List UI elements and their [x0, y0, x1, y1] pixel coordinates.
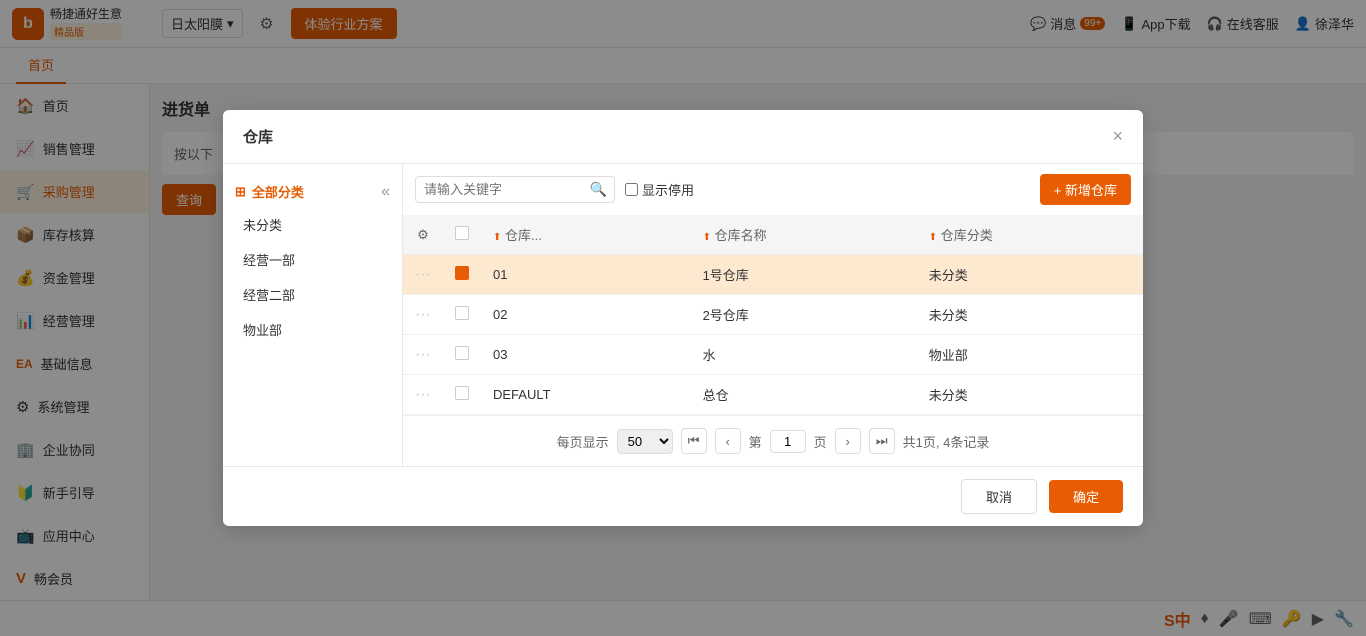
- row-category: 未分类: [917, 295, 1143, 335]
- last-page-button[interactable]: ⏭: [869, 428, 895, 454]
- more-icon[interactable]: ···: [415, 266, 431, 283]
- more-icon[interactable]: ···: [415, 386, 431, 403]
- row-check[interactable]: [443, 335, 481, 375]
- row-name: 总仓: [691, 375, 917, 415]
- table-toolbar: 🔍 显示停用 + 新增仓库: [403, 164, 1143, 215]
- row-category: 未分类: [917, 255, 1143, 295]
- pagination: 每页显示 50 100 ⏮ ‹ 第 页 › ⏭ 共1页, 4条记录: [403, 415, 1143, 466]
- more-icon[interactable]: ···: [415, 346, 431, 363]
- row-code: 03: [481, 335, 691, 375]
- warehouse-table: ⚙ ⬆ 仓库... ⬆: [403, 215, 1143, 415]
- all-categories[interactable]: ⊞ 全部分类: [235, 182, 304, 201]
- row-check[interactable]: [443, 255, 481, 295]
- row-more[interactable]: ···: [403, 335, 443, 375]
- dialog-footer: 取消 确定: [223, 466, 1143, 526]
- sort-icon-cat: ⬆: [929, 232, 937, 243]
- col-header-check: [443, 215, 481, 255]
- grid-icon: ⊞: [235, 184, 246, 200]
- row-name: 2号仓库: [691, 295, 917, 335]
- row-more[interactable]: ···: [403, 255, 443, 295]
- sort-icon-name: ⬆: [703, 232, 711, 243]
- row-checkbox[interactable]: [455, 266, 469, 280]
- new-warehouse-button[interactable]: + 新增仓库: [1040, 174, 1131, 205]
- collapse-panel-button[interactable]: «: [381, 183, 390, 201]
- col-header-code: ⬆ 仓库...: [481, 215, 691, 255]
- per-page-select[interactable]: 50 100: [617, 429, 673, 454]
- row-checkbox[interactable]: [455, 306, 469, 320]
- row-more[interactable]: ···: [403, 375, 443, 415]
- more-icon[interactable]: ···: [415, 306, 431, 323]
- row-checkbox[interactable]: [455, 346, 469, 360]
- table-row[interactable]: ··· 01 1号仓库 未分类: [403, 255, 1143, 295]
- page-number-input[interactable]: [770, 430, 806, 453]
- row-name: 水: [691, 335, 917, 375]
- table-panel: 🔍 显示停用 + 新增仓库 ⚙: [403, 164, 1143, 466]
- table-row[interactable]: ··· 02 2号仓库 未分类: [403, 295, 1143, 335]
- row-category: 未分类: [917, 375, 1143, 415]
- sort-icon-code: ⬆: [493, 232, 501, 243]
- table-row[interactable]: ··· DEFAULT 总仓 未分类: [403, 375, 1143, 415]
- row-more[interactable]: ···: [403, 295, 443, 335]
- row-check[interactable]: [443, 375, 481, 415]
- search-wrap: 🔍: [415, 176, 615, 203]
- dialog-header: 仓库 ×: [223, 110, 1143, 164]
- show-disabled-checkbox[interactable]: [625, 183, 638, 196]
- gear-icon[interactable]: ⚙: [417, 227, 429, 242]
- category-panel: ⊞ 全部分类 « 未分类 经营一部 经营二部 物业部: [223, 164, 403, 466]
- select-all-checkbox[interactable]: [455, 226, 469, 240]
- row-code: DEFAULT: [481, 375, 691, 415]
- row-category: 物业部: [917, 335, 1143, 375]
- row-check[interactable]: [443, 295, 481, 335]
- category-item-unclassified[interactable]: 未分类: [223, 207, 402, 242]
- row-code: 02: [481, 295, 691, 335]
- category-item-ops1[interactable]: 经营一部: [223, 242, 402, 277]
- category-item-property[interactable]: 物业部: [223, 312, 402, 347]
- dialog-title: 仓库: [243, 126, 273, 147]
- next-page-button[interactable]: ›: [835, 428, 861, 454]
- search-icon[interactable]: 🔍: [590, 181, 607, 198]
- prev-page-button[interactable]: ‹: [715, 428, 741, 454]
- row-name: 1号仓库: [691, 255, 917, 295]
- row-code: 01: [481, 255, 691, 295]
- first-page-button[interactable]: ⏮: [681, 428, 707, 454]
- col-header-name: ⬆ 仓库名称: [691, 215, 917, 255]
- modal-overlay: 仓库 × ⊞ 全部分类 « 未分类 经营一部: [0, 0, 1366, 636]
- show-disabled-label[interactable]: 显示停用: [625, 180, 694, 199]
- category-item-ops2[interactable]: 经营二部: [223, 277, 402, 312]
- category-header: ⊞ 全部分类 «: [223, 176, 402, 207]
- row-checkbox[interactable]: [455, 386, 469, 400]
- col-header-category: ⬆ 仓库分类: [917, 215, 1143, 255]
- warehouse-dialog: 仓库 × ⊞ 全部分类 « 未分类 经营一部: [223, 110, 1143, 526]
- table-row[interactable]: ··· 03 水 物业部: [403, 335, 1143, 375]
- dialog-body: ⊞ 全部分类 « 未分类 经营一部 经营二部 物业部: [223, 164, 1143, 466]
- confirm-button[interactable]: 确定: [1049, 480, 1123, 513]
- close-button[interactable]: ×: [1112, 126, 1123, 147]
- search-input[interactable]: [415, 176, 615, 203]
- col-header-gear: ⚙: [403, 215, 443, 255]
- cancel-button[interactable]: 取消: [961, 479, 1037, 514]
